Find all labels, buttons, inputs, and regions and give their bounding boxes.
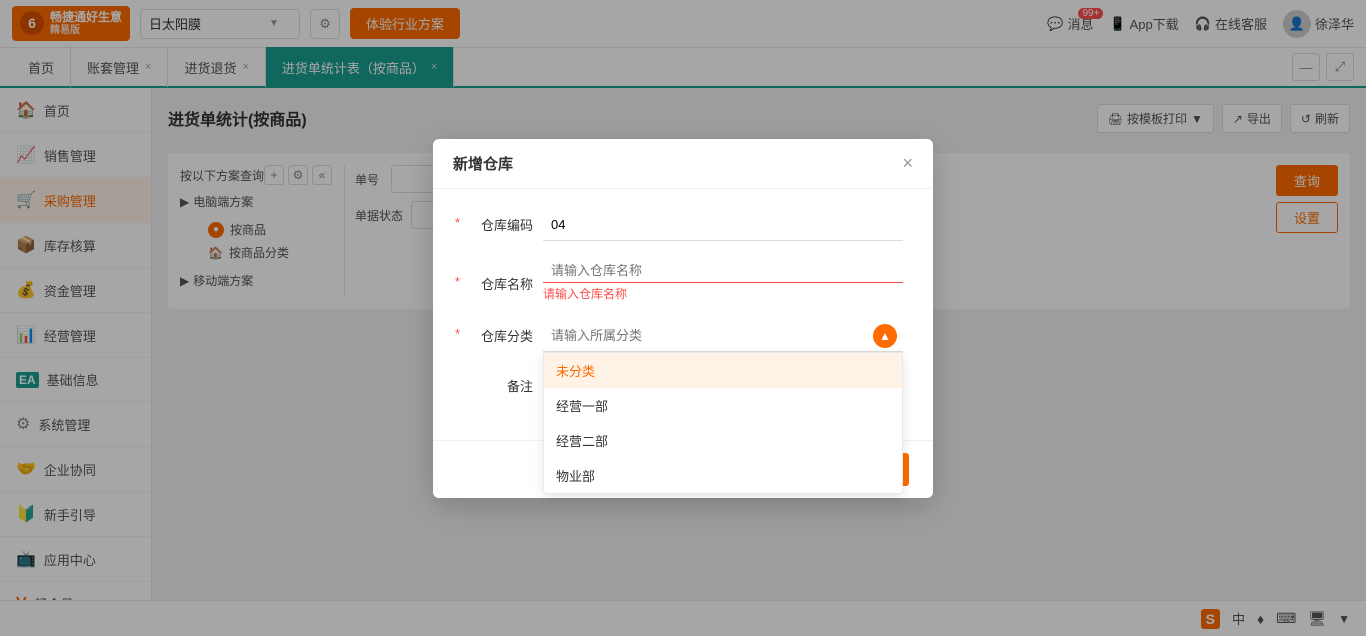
modal-header: 新增仓库 × xyxy=(433,139,933,189)
new-warehouse-modal: 新增仓库 × 仓库编码 仓库名称 请输入仓库名称 xyxy=(433,139,933,498)
modal-title: 新增仓库 xyxy=(453,153,513,174)
category-option-unclassified[interactable]: 未分类 xyxy=(544,353,902,388)
form-row-name: 仓库名称 请输入仓库名称 xyxy=(463,259,903,302)
category-dropdown-arrow[interactable]: ▲ xyxy=(873,324,897,348)
category-option-dept1[interactable]: 经营一部 xyxy=(544,388,902,423)
name-field-col: 请输入仓库名称 xyxy=(543,259,903,302)
note-label: 备注 xyxy=(463,370,533,395)
code-input[interactable] xyxy=(543,209,903,241)
form-row-code: 仓库编码 xyxy=(463,209,903,241)
category-input[interactable] xyxy=(543,320,903,352)
code-label: 仓库编码 xyxy=(463,209,533,234)
category-option-dept2[interactable]: 经营二部 xyxy=(544,423,902,458)
modal-close-btn[interactable]: × xyxy=(902,154,913,172)
name-label: 仓库名称 xyxy=(463,268,533,293)
form-row-category: 仓库分类 ▲ 未分类 经营一部 经营二部 物业部 xyxy=(463,320,903,352)
name-input[interactable] xyxy=(543,259,903,283)
category-dropdown-list: 未分类 经营一部 经营二部 物业部 xyxy=(543,352,903,494)
category-label: 仓库分类 xyxy=(463,320,533,345)
category-dropdown: ▲ 未分类 经营一部 经营二部 物业部 xyxy=(543,320,903,352)
name-error-tip: 请输入仓库名称 xyxy=(543,285,903,302)
category-option-property[interactable]: 物业部 xyxy=(544,458,902,493)
modal-overlay: 新增仓库 × 仓库编码 仓库名称 请输入仓库名称 xyxy=(0,0,1366,636)
modal-body: 仓库编码 仓库名称 请输入仓库名称 仓库分类 ▲ xyxy=(433,189,933,440)
